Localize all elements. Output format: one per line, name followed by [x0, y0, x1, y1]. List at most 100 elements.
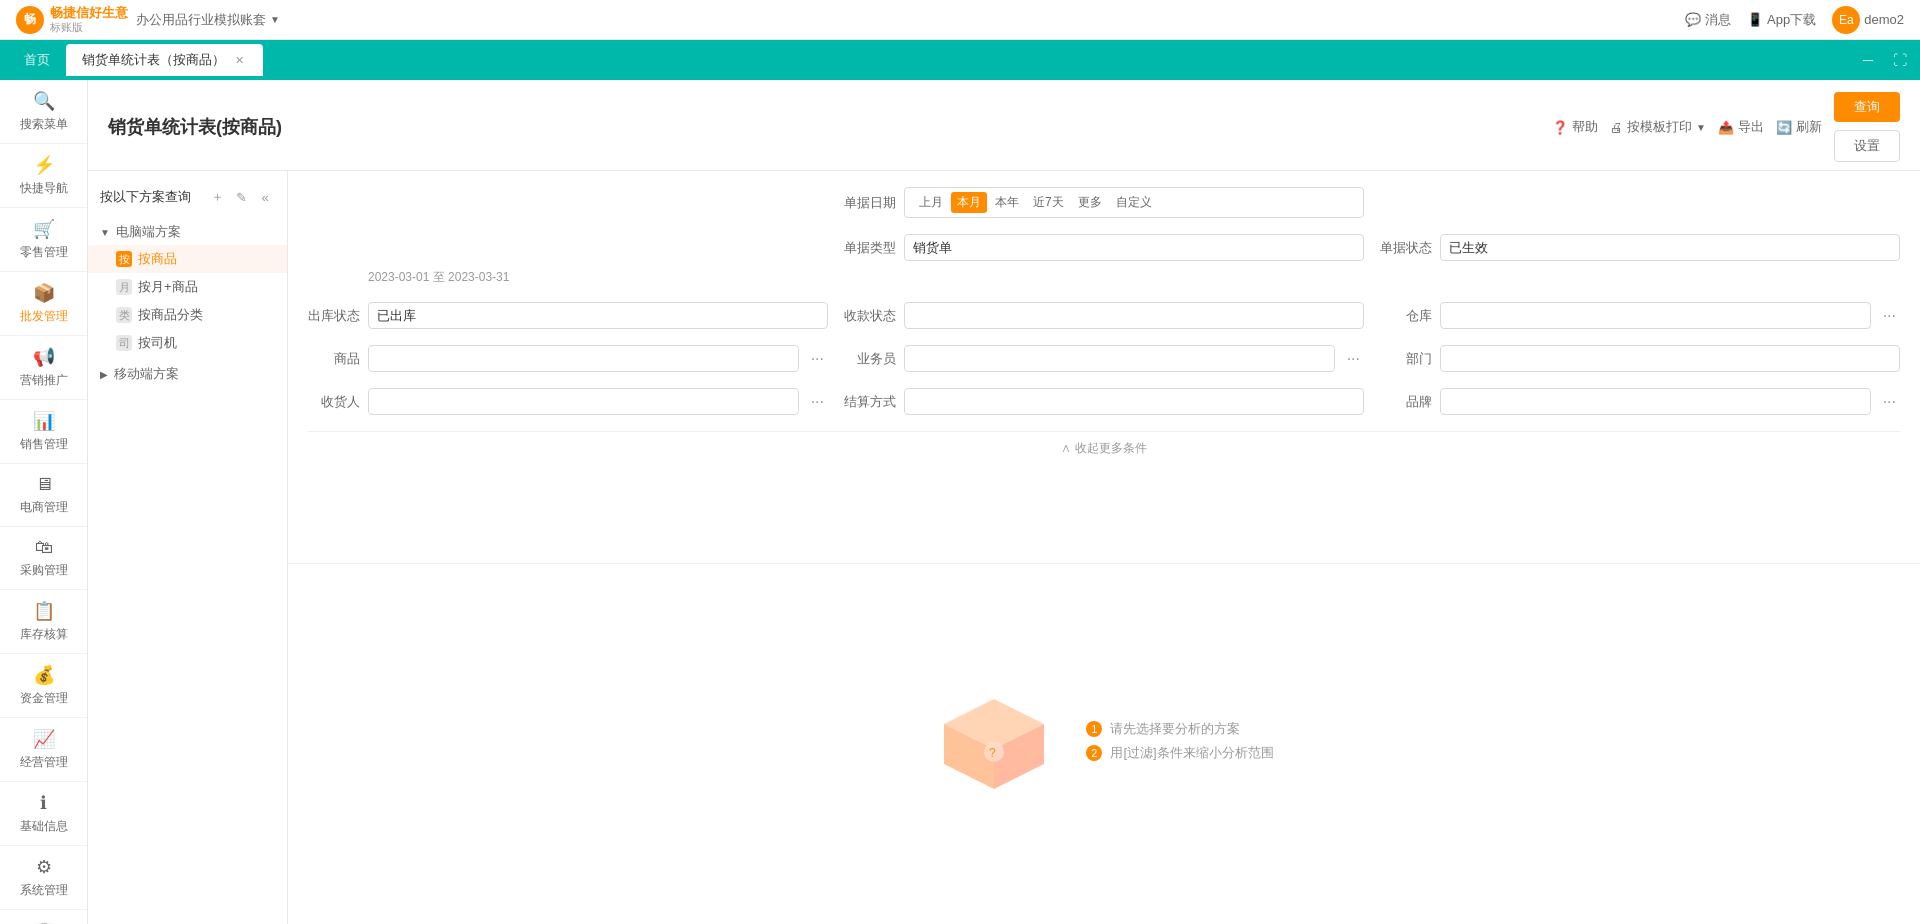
warehouse-status-select[interactable]: 已出库 — [368, 302, 828, 329]
edit-scheme-button[interactable]: ✎ — [231, 187, 251, 207]
sidebar-item-ops[interactable]: 📈 经营管理 — [0, 718, 87, 782]
tree-item-label-by-product: 按商品 — [138, 250, 177, 268]
salesperson-more-icon[interactable]: ··· — [1343, 350, 1364, 368]
corp-icon: 🏢 — [33, 920, 55, 924]
filter-warehouse2: 仓库 ··· — [1380, 302, 1900, 329]
main-layout: 🔍 搜索菜单 ⚡ 快捷导航 🛒 零售管理 📦 批发管理 📢 营销推广 📊 销售管… — [0, 80, 1920, 924]
goods-control — [368, 345, 799, 372]
top-header: 畅 畅捷信好生意 标账版 办公用品行业模拟账套 ▼ 💬 消息 📱 App下载 E… — [0, 0, 1920, 40]
logo-icon: 畅 — [16, 6, 44, 34]
refresh-button[interactable]: 🔄 刷新 — [1776, 118, 1822, 136]
doc-type-control: 销货单 — [904, 234, 1364, 261]
brand-input[interactable] — [1440, 388, 1871, 415]
desktop-section-header[interactable]: ▼ 电脑端方案 — [88, 219, 287, 245]
export-button[interactable]: 📤 导出 — [1718, 118, 1764, 136]
filter-doc-type: 单据类型 销货单 — [844, 234, 1364, 261]
tab-minimize-button[interactable]: ─ — [1856, 48, 1880, 72]
department-select[interactable] — [1440, 345, 1900, 372]
brand-more-icon[interactable]: ··· — [1879, 393, 1900, 411]
tree-item-by-category[interactable]: 类 按商品分类 — [88, 301, 287, 329]
help-button[interactable]: ❓ 帮助 — [1552, 118, 1598, 136]
warehouse-status-label: 出库状态 — [308, 307, 360, 325]
goods-input[interactable] — [368, 345, 799, 372]
filter-panel: 单据日期 上月 本月 本年 近7天 更多 自定义 — [288, 171, 1920, 563]
doc-type-select[interactable]: 销货单 — [904, 234, 1364, 261]
recipient-input[interactable] — [368, 388, 799, 415]
avatar: Ea — [1832, 6, 1860, 34]
query-button[interactable]: 查询 — [1834, 92, 1900, 122]
sidebar-item-quick-nav[interactable]: ⚡ 快捷导航 — [0, 144, 87, 208]
ops-icon: 📈 — [33, 728, 55, 750]
tab-close-icon[interactable]: ✕ — [231, 52, 247, 68]
sidebar-item-finance[interactable]: 💰 资金管理 — [0, 654, 87, 718]
sidebar-item-ecom[interactable]: 🖥 电商管理 — [0, 464, 87, 527]
left-panel-toolbar: ＋ ✎ « — [207, 187, 275, 207]
tree-item-by-month-product[interactable]: 月 按月+商品 — [88, 273, 287, 301]
date-tab-7days[interactable]: 近7天 — [1027, 192, 1070, 213]
salesperson-control — [904, 345, 1335, 372]
workspace-selector[interactable]: 办公用品行业模拟账套 ▼ — [136, 11, 280, 29]
refresh-icon: 🔄 — [1776, 120, 1792, 135]
template-print-button[interactable]: 🖨 按模板打印 ▼ — [1610, 118, 1706, 136]
sidebar-item-corp[interactable]: 🏢 企业协同 — [0, 910, 87, 924]
print-chevron-icon: ▼ — [1696, 122, 1706, 133]
user-menu[interactable]: Ea demo2 — [1832, 6, 1904, 34]
warehouse-status-control: 已出库 — [368, 302, 828, 329]
add-scheme-button[interactable]: ＋ — [207, 187, 227, 207]
brand-control — [1440, 388, 1871, 415]
sidebar-item-marketing[interactable]: 📢 营销推广 — [0, 336, 87, 400]
collapse-panel-button[interactable]: « — [255, 187, 275, 207]
doc-status-control: 已生效 — [1440, 234, 1900, 261]
date-tab-this-month[interactable]: 本月 — [951, 192, 987, 213]
warehouse2-input[interactable] — [1440, 302, 1871, 329]
mobile-icon: 📱 — [1747, 12, 1763, 27]
salesperson-input[interactable] — [904, 345, 1335, 372]
receipt-status-select[interactable] — [904, 302, 1364, 329]
sidebar-item-purchase[interactable]: 🛍 采购管理 — [0, 527, 87, 590]
goods-label: 商品 — [308, 350, 360, 368]
tab-maximize-button[interactable]: ⛶ — [1888, 48, 1912, 72]
app-download-button[interactable]: 📱 App下载 — [1747, 11, 1816, 29]
tree-item-icon-category: 类 — [116, 307, 132, 323]
date-sub-row: 2023-03-01 至 2023-03-31 — [308, 269, 1900, 286]
section-collapse-icon: ▼ — [100, 227, 110, 238]
inventory-icon: 📋 — [33, 600, 55, 622]
warehouse2-more-icon[interactable]: ··· — [1879, 307, 1900, 325]
tree-item-label-month: 按月+商品 — [138, 278, 198, 296]
doc-status-select[interactable]: 已生效 — [1440, 234, 1900, 261]
tree-item-by-product[interactable]: 按 按商品 — [88, 245, 287, 273]
date-tab-last-month[interactable]: 上月 — [913, 192, 949, 213]
collapse-bar[interactable]: ∧ 收起更多条件 — [308, 431, 1900, 465]
date-range-control[interactable]: 上月 本月 本年 近7天 更多 自定义 — [904, 187, 1364, 218]
date-tab-custom[interactable]: 自定义 — [1110, 192, 1158, 213]
date-tab-this-year[interactable]: 本年 — [989, 192, 1025, 213]
chevron-down-icon: ▼ — [270, 14, 280, 25]
filter-recipient: 收货人 ··· — [308, 388, 828, 415]
tab-report[interactable]: 销货单统计表（按商品） ✕ — [66, 44, 263, 76]
settings-button[interactable]: 设置 — [1834, 130, 1900, 162]
logo-area: 畅 畅捷信好生意 标账版 — [16, 5, 128, 34]
tree-item-label-cashier: 按司机 — [138, 334, 177, 352]
settlement-select[interactable] — [904, 388, 1364, 415]
filter-brand: 品牌 ··· — [1380, 388, 1900, 415]
doc-type-label: 单据类型 — [844, 239, 896, 257]
sidebar-item-system[interactable]: ⚙ 系统管理 — [0, 846, 87, 910]
salesperson-label: 业务员 — [844, 350, 896, 368]
sidebar-item-retail[interactable]: 🛒 零售管理 — [0, 208, 87, 272]
sidebar-item-search-menu[interactable]: 🔍 搜索菜单 — [0, 80, 87, 144]
message-button[interactable]: 💬 消息 — [1685, 11, 1731, 29]
sidebar-item-wholesale[interactable]: 📦 批发管理 — [0, 272, 87, 336]
sidebar-item-basic[interactable]: ℹ 基础信息 — [0, 782, 87, 846]
date-tab-more[interactable]: 更多 — [1072, 192, 1108, 213]
tree-item-by-cashier[interactable]: 司 按司机 — [88, 329, 287, 357]
sidebar-item-inventory[interactable]: 📋 库存核算 — [0, 590, 87, 654]
department-control — [1440, 345, 1900, 372]
sidebar-item-sales[interactable]: 📊 销售管理 — [0, 400, 87, 464]
mobile-section-header[interactable]: ▶ 移动端方案 — [88, 361, 287, 387]
brand-label: 品牌 — [1380, 393, 1432, 411]
tab-home[interactable]: 首页 — [8, 44, 66, 76]
goods-more-icon[interactable]: ··· — [807, 350, 828, 368]
query-actions: 查询 设置 — [1834, 92, 1900, 162]
filter-date: 单据日期 上月 本月 本年 近7天 更多 自定义 — [844, 187, 1364, 218]
recipient-more-icon[interactable]: ··· — [807, 393, 828, 411]
